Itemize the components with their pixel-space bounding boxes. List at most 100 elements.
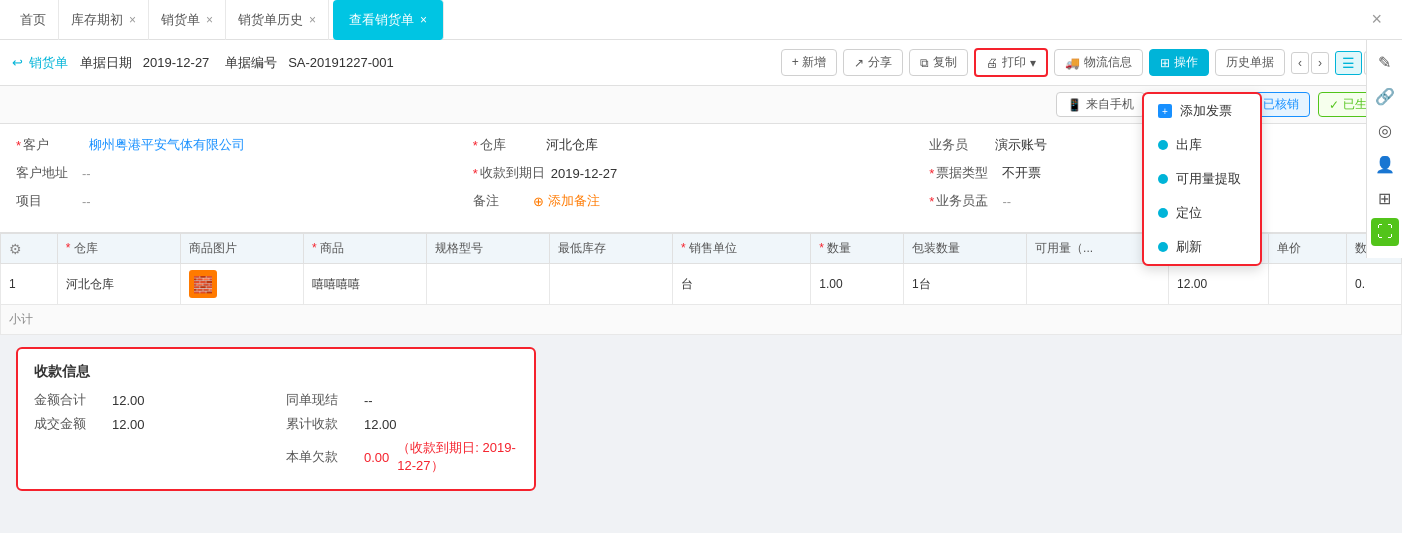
customer-field: * 客户 柳州粤港平安气体有限公司 (16, 136, 473, 154)
add-note-icon: ⊕ (533, 194, 544, 209)
product-img-icon: 🧱 (193, 275, 213, 294)
note-field: 备注 ⊕ 添加备注 (473, 192, 930, 210)
prev-button[interactable]: ‹ (1291, 52, 1309, 74)
warehouse-label: 仓库 (480, 136, 540, 154)
toolbar: ↩ 销货单 单据日期 2019-12-27 单据编号 SA-20191227-0… (0, 40, 1402, 86)
salesperson-value: -- (1002, 194, 1011, 209)
copy-icon: ⧉ (920, 56, 929, 70)
add-note-button[interactable]: ⊕ 添加备注 (533, 192, 600, 210)
sidebar-table-icon[interactable]: ⊞ (1371, 184, 1399, 212)
address-value: -- (82, 166, 91, 181)
list-view-button[interactable]: ☰ (1335, 51, 1362, 75)
add-invoice-icon: + (1158, 104, 1172, 118)
phone-icon: 📱 (1067, 98, 1082, 112)
locate-label: 定位 (1176, 204, 1202, 222)
note-label: 备注 (473, 192, 533, 210)
date-value: 2019-12-27 (143, 55, 210, 70)
cumulative-row: 累计收款 12.00 (286, 415, 518, 433)
sidebar-circle-icon[interactable]: ◎ (1371, 116, 1399, 144)
row-min-stock (549, 264, 672, 305)
col-product: * 商品 (303, 234, 426, 264)
col-settings[interactable]: ⚙ (1, 234, 58, 264)
row-warehouse: 河北仓库 (57, 264, 180, 305)
payment-title: 收款信息 (34, 363, 518, 381)
available-qty-item[interactable]: 可用量提取 (1144, 162, 1260, 196)
right-sidebar: ✎ 🔗 ◎ 👤 ⊞ ⛶ (1366, 40, 1402, 258)
add-invoice-item[interactable]: + 添加发票 (1144, 94, 1260, 128)
from-phone-button[interactable]: 📱 来自手机 (1056, 92, 1145, 117)
tab-view-sales[interactable]: 查看销货单 × (333, 0, 444, 40)
sidebar-link-icon[interactable]: 🔗 (1371, 82, 1399, 110)
refresh-label: 刷新 (1176, 238, 1202, 256)
locate-item[interactable]: 定位 (1144, 196, 1260, 230)
col-unit: * 销售单位 (673, 234, 811, 264)
logistics-icon: 🚚 (1065, 56, 1080, 70)
tab-inventory-label: 库存期初 (71, 11, 123, 29)
window-close-button[interactable]: × (1359, 9, 1394, 30)
tab-home[interactable]: 首页 (8, 0, 59, 40)
copy-button[interactable]: ⧉ 复制 (909, 49, 968, 76)
customer-value[interactable]: 柳州粤港平安气体有限公司 (89, 136, 245, 154)
nav-arrows: ‹ › (1291, 52, 1329, 74)
invoice-required: * (929, 166, 934, 181)
new-button[interactable]: + 新增 (781, 49, 837, 76)
invoice-label: 票据类型 (936, 164, 996, 182)
tab-view-sales-close[interactable]: × (420, 13, 427, 27)
address-label: 客户地址 (16, 164, 76, 182)
sidebar-user-icon[interactable]: 👤 (1371, 150, 1399, 178)
address-field: 客户地址 -- (16, 164, 473, 182)
doc-type-label: 销货单 (29, 54, 68, 72)
tab-sales-history-close[interactable]: × (309, 13, 316, 27)
total-row: 金额合计 12.00 (34, 391, 266, 409)
due-date-field: * 收款到期日 2019-12-27 (473, 164, 930, 182)
logistics-button[interactable]: 🚚 物流信息 (1054, 49, 1143, 76)
row-stock: 12.00 (1169, 264, 1269, 305)
balance-note: （收款到期日: 2019-12-27） (397, 439, 518, 475)
customer-label: 客户 (23, 136, 83, 154)
tab-inventory-close[interactable]: × (129, 13, 136, 27)
payment-box: 收款信息 金额合计 12.00 同单现结 -- 成交金额 12.00 累计收款 … (16, 347, 536, 491)
tab-inventory[interactable]: 库存期初 × (59, 0, 149, 40)
col-warehouse: * 仓库 (57, 234, 180, 264)
total-label: 金额合计 (34, 391, 104, 409)
refresh-item[interactable]: 刷新 (1144, 230, 1260, 264)
col-min-stock: 最低库存 (549, 234, 672, 264)
row-spec (426, 264, 549, 305)
balance-label: 本单欠款 (286, 448, 356, 466)
subtotal-row: 小计 (1, 305, 1402, 335)
operate-button[interactable]: ⊞ 操作 (1149, 49, 1209, 76)
share-button[interactable]: ↗ 分享 (843, 49, 903, 76)
row-pack-qty: 1台 (904, 264, 1027, 305)
number-label: 单据编号 SA-20191227-001 (225, 54, 393, 72)
balance-row: 本单欠款 0.00 （收款到期日: 2019-12-27） (286, 439, 518, 475)
doc-title: ↩ 销货单 (12, 54, 68, 72)
tab-sales-history-label: 销货单历史 (238, 11, 303, 29)
project-field: 项目 -- (16, 192, 473, 210)
doc-type-icon: ↩ (12, 55, 23, 70)
tab-sales-history[interactable]: 销货单历史 × (226, 0, 329, 40)
tab-sales-close[interactable]: × (206, 13, 213, 27)
available-qty-dot (1158, 174, 1168, 184)
available-qty-label: 可用量提取 (1176, 170, 1241, 188)
col-img: 商品图片 (180, 234, 303, 264)
balance-value: 0.00 (364, 450, 389, 465)
outbound-item[interactable]: 出库 (1144, 128, 1260, 162)
due-date-required: * (473, 166, 478, 181)
history-button[interactable]: 历史单据 (1215, 49, 1285, 76)
tab-sales[interactable]: 销货单 × (149, 0, 226, 40)
print-button[interactable]: 🖨 打印 ▾ (974, 48, 1048, 77)
refresh-dot (1158, 242, 1168, 252)
cumulative-value: 12.00 (364, 417, 397, 432)
operations-dropdown: + 添加发票 出库 可用量提取 定位 刷新 (1142, 92, 1262, 266)
tab-view-sales-label: 查看销货单 (349, 11, 414, 29)
add-invoice-label: 添加发票 (1180, 102, 1232, 120)
transaction-row: 成交金额 12.00 (34, 415, 266, 433)
sidebar-expand-icon[interactable]: ⛶ (1371, 218, 1399, 246)
product-image: 🧱 (189, 270, 217, 298)
transaction-label: 成交金额 (34, 415, 104, 433)
sidebar-edit-icon[interactable]: ✎ (1371, 48, 1399, 76)
warehouse-required: * (473, 138, 478, 153)
employee-value: 演示账号 (995, 136, 1047, 154)
due-date-value: 2019-12-27 (551, 166, 618, 181)
next-button[interactable]: › (1311, 52, 1329, 74)
